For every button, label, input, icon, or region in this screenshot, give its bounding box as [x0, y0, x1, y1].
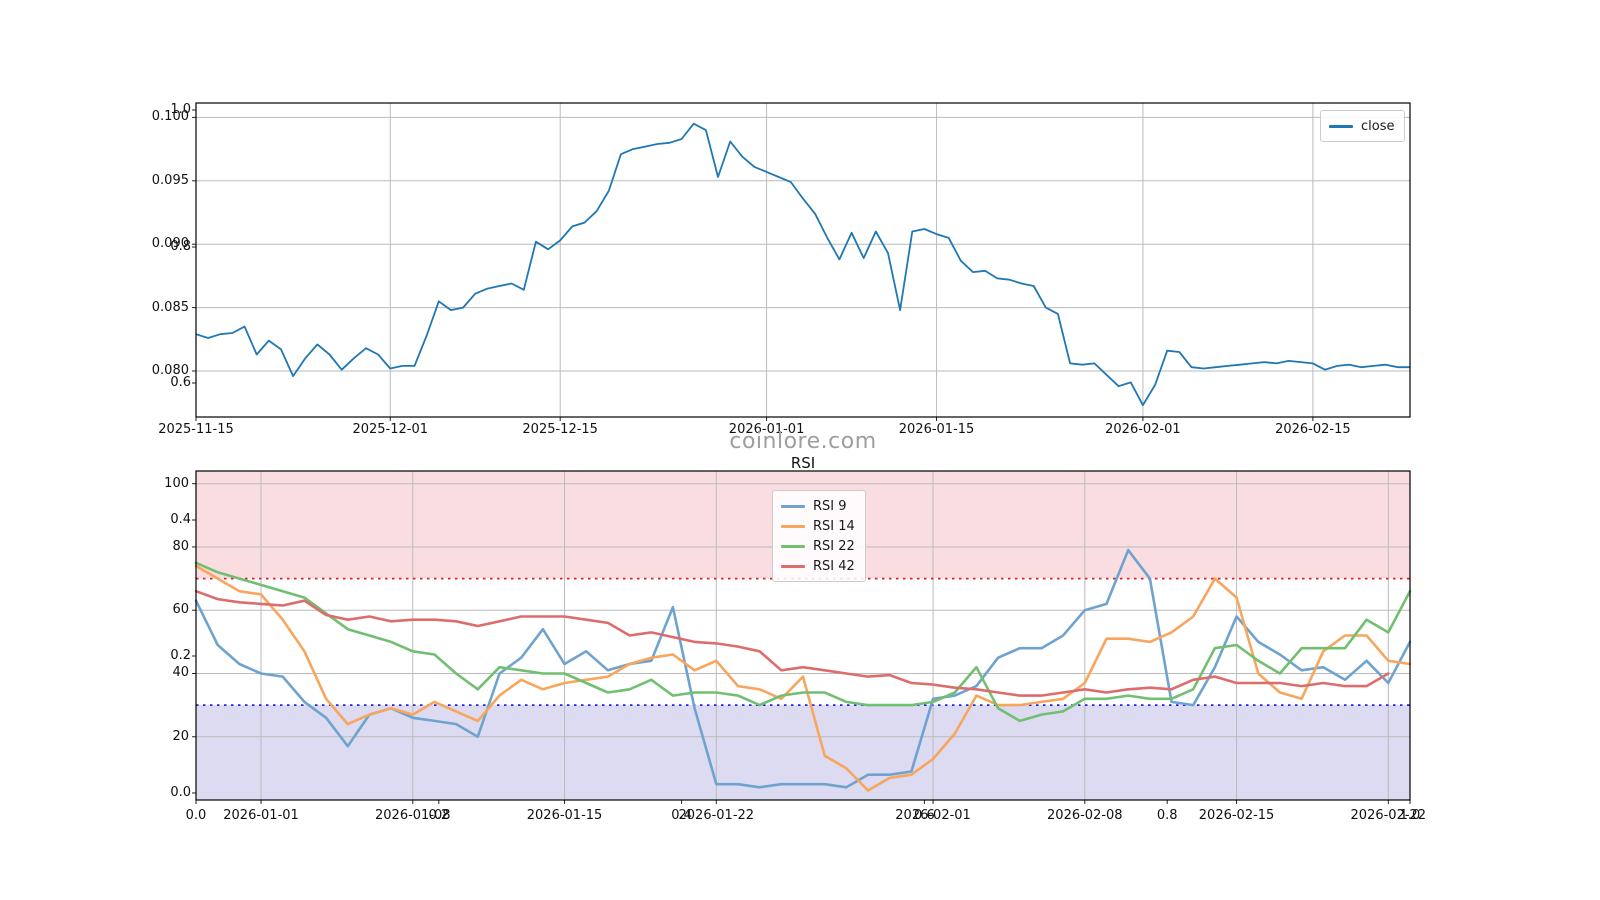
price-x-tick-label: 2025-12-15	[522, 422, 598, 437]
rsi-y-tick-label: 20	[172, 728, 189, 744]
secondary-x-tick-label: 0.0	[185, 808, 207, 823]
legend-row-rsi14: RSI 14	[781, 516, 855, 536]
secondary-x-tick-label: 1.0	[1399, 808, 1421, 823]
secondary-x-tick-label: 0.6	[914, 808, 935, 823]
legend-row-rsi42: RSI 42	[781, 556, 855, 576]
rsi-chart-title: RSI	[790, 454, 816, 472]
rsi22-line-swatch	[781, 544, 805, 548]
price-x-tick-label: 2026-02-15	[1275, 422, 1351, 437]
figure: 2025-11-15 2025-12-01 2025-12-15 2026-01-01…	[0, 0, 1600, 900]
secondary-y-tick-label: 0.4	[170, 512, 191, 527]
secondary-x-tick-label: 0.2	[428, 808, 450, 823]
legend-row-close: close	[1329, 116, 1394, 136]
legend-label-rsi14: RSI 14	[813, 518, 855, 534]
oversold-band	[196, 705, 1410, 800]
rsi9-line-swatch	[781, 504, 805, 508]
rsi-y-tick-label: 100	[164, 475, 189, 491]
legend-label-rsi42: RSI 42	[813, 558, 855, 574]
rsi-legend: RSI 9 RSI 14 RSI 22 RSI 42	[772, 490, 866, 582]
price-x-tick-label: 2025-11-15	[158, 422, 234, 437]
secondary-x-tick-label: 0.4	[671, 808, 692, 823]
secondary-y-tick-label: 0.6	[170, 375, 191, 390]
legend-row-rsi22: RSI 22	[781, 536, 855, 556]
price-y-tick-label: 0.085	[151, 299, 189, 315]
rsi42-line-swatch	[781, 564, 805, 568]
rsi14-line-swatch	[781, 524, 805, 528]
legend-label-close: close	[1361, 118, 1395, 134]
rsi-y-tick-label: 80	[172, 538, 189, 554]
rsi-y-tick-label: 40	[172, 665, 189, 681]
rsi-y-tick-label: 60	[172, 602, 189, 618]
secondary-x-tick-label: 0.8	[1156, 808, 1178, 823]
legend-label-rsi22: RSI 22	[813, 538, 855, 554]
price-x-tick-label: 2026-02-01	[1105, 422, 1181, 437]
price-x-tick-label: 2025-12-01	[352, 422, 429, 437]
secondary-y-tick-label: 0.8	[170, 239, 191, 254]
legend-row-rsi9: RSI 9	[781, 496, 855, 516]
secondary-y-tick-label: 0.0	[170, 785, 191, 800]
legend-label-rsi9: RSI 9	[813, 498, 847, 514]
price-chart	[192, 102, 1411, 421]
rsi-x-tick-label: 2026-01-15	[526, 808, 603, 823]
price-x-tick-label: 2026-01-15	[898, 422, 975, 437]
close-line-swatch	[1329, 124, 1353, 128]
watermark: coinlore.com	[729, 429, 877, 454]
price-y-tick-label: 0.095	[151, 172, 189, 188]
secondary-y-tick-label: 0.2	[170, 648, 191, 663]
price-legend: close	[1320, 110, 1406, 142]
secondary-y-tick-label: 1.0	[170, 102, 191, 117]
